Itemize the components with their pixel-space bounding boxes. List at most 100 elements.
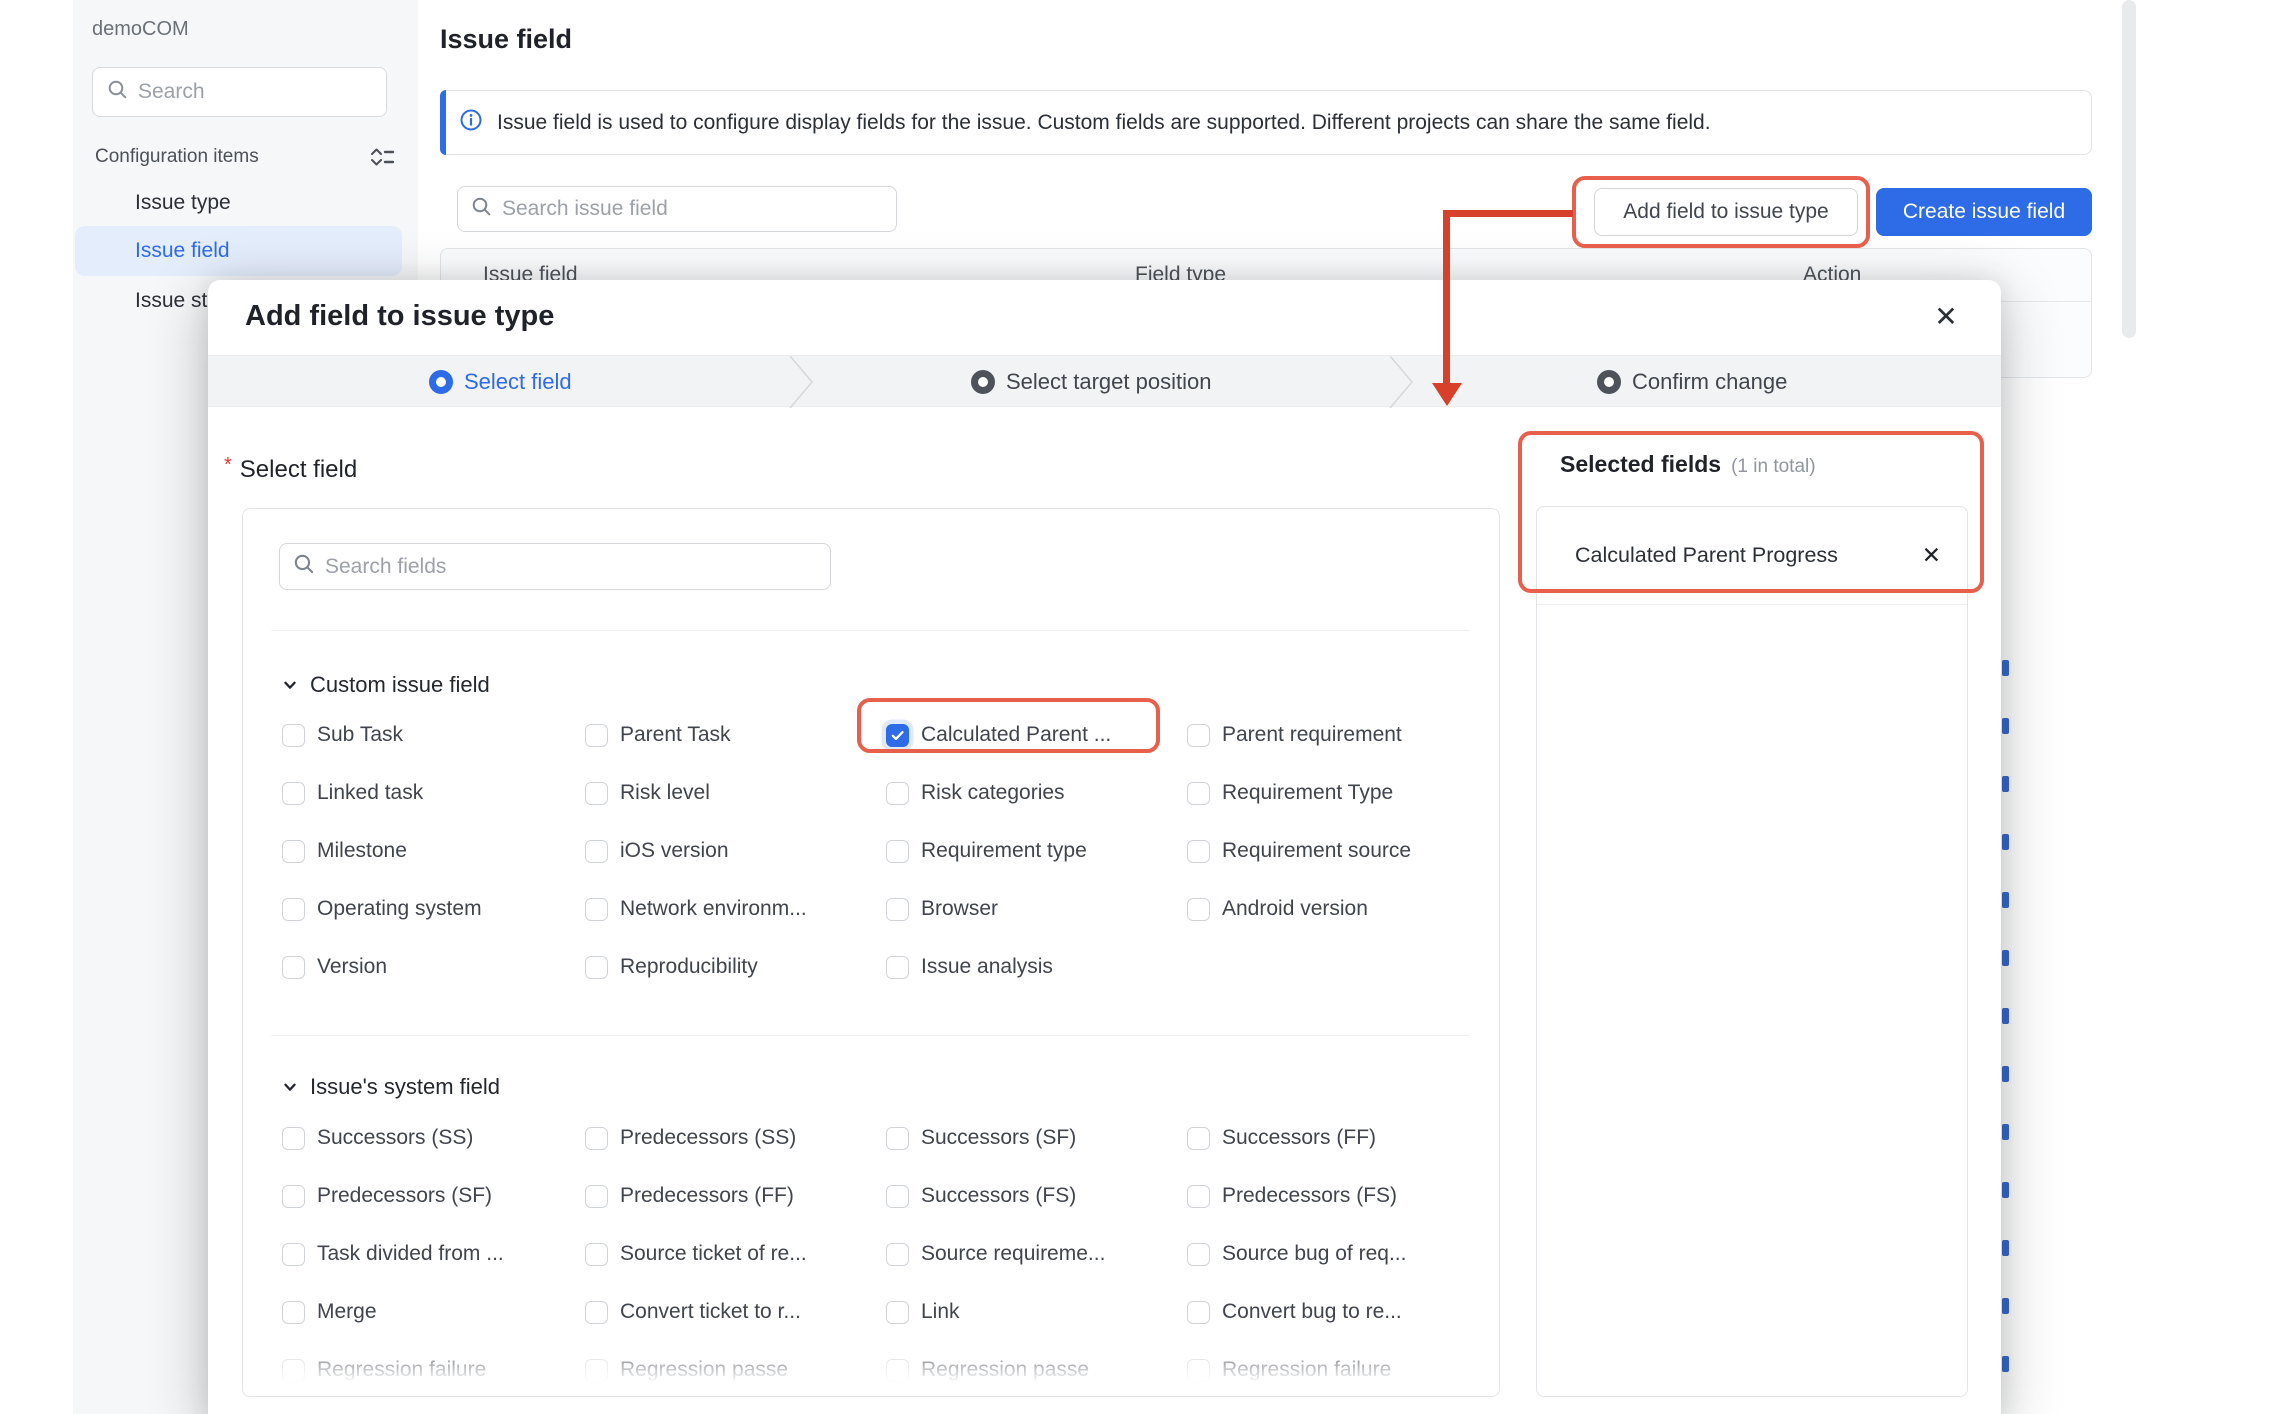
step-select-field[interactable]: Select field: [429, 356, 572, 408]
checkbox-icon[interactable]: [282, 1242, 305, 1266]
field-checkbox-option[interactable]: Convert bug to re...: [1187, 1300, 1472, 1324]
checkbox-icon[interactable]: [1187, 1300, 1210, 1324]
field-checkbox-option[interactable]: Calculated Parent ...: [886, 723, 1187, 747]
close-icon[interactable]: ✕: [1924, 296, 1968, 336]
checkbox-icon[interactable]: [1187, 1184, 1210, 1208]
checkbox-icon[interactable]: [886, 781, 909, 805]
field-checkbox-label: Successors (SS): [317, 1126, 474, 1149]
chevron-down-icon: [284, 1083, 296, 1091]
checkbox-icon[interactable]: [585, 1300, 608, 1324]
group-header-custom-issue-field[interactable]: Custom issue field: [282, 669, 490, 701]
field-checkbox-label: Convert ticket to r...: [620, 1300, 801, 1323]
field-checkbox-option[interactable]: Predecessors (FS): [1187, 1184, 1472, 1208]
sidebar-item-issue-field[interactable]: Issue field: [75, 226, 402, 276]
field-checkbox-option[interactable]: Successors (FF): [1187, 1126, 1472, 1150]
checkbox-icon[interactable]: [886, 1300, 909, 1324]
checkbox-icon[interactable]: [886, 723, 909, 747]
field-checkbox-label: Sub Task: [317, 723, 403, 746]
checkbox-icon[interactable]: [282, 897, 305, 921]
checkbox-icon[interactable]: [886, 955, 909, 979]
checkbox-icon[interactable]: [886, 1126, 909, 1150]
checkbox-icon[interactable]: [886, 839, 909, 863]
field-checkbox-option[interactable]: Operating system: [282, 897, 585, 921]
step-label: Select target position: [1006, 369, 1212, 394]
sidebar-item-issue-status[interactable]: Issue st: [135, 287, 207, 315]
field-checkbox-option[interactable]: Predecessors (SS): [585, 1126, 886, 1150]
field-checkbox-option[interactable]: Android version: [1187, 897, 1472, 921]
sidebar-search-input[interactable]: Search: [92, 67, 387, 117]
checkbox-icon[interactable]: [1187, 1242, 1210, 1266]
step-confirm-change[interactable]: Confirm change: [1597, 356, 1787, 408]
collapse-list-icon[interactable]: [368, 146, 395, 168]
field-checkbox-option[interactable]: Risk categories: [886, 781, 1187, 805]
field-checkbox-option[interactable]: Predecessors (SF): [282, 1184, 585, 1208]
field-checkbox-option[interactable]: Link: [886, 1300, 1187, 1324]
field-checkbox-option[interactable]: Requirement type: [886, 839, 1187, 863]
field-checkbox-option[interactable]: Requirement source: [1187, 839, 1472, 863]
checkbox-icon[interactable]: [282, 1184, 305, 1208]
field-checkbox-option[interactable]: Issue analysis: [886, 955, 1187, 979]
background-link-peek: [2002, 776, 2009, 792]
field-checkbox-option[interactable]: Browser: [886, 897, 1187, 921]
field-checkbox-option[interactable]: Risk level: [585, 781, 886, 805]
add-field-to-issue-type-button[interactable]: Add field to issue type: [1594, 188, 1858, 236]
field-checkbox-option[interactable]: Parent requirement: [1187, 723, 1472, 747]
field-checkbox-option[interactable]: Predecessors (FF): [585, 1184, 886, 1208]
checkbox-icon[interactable]: [585, 1242, 608, 1266]
field-checkbox-option[interactable]: Successors (SS): [282, 1126, 585, 1150]
selected-fields-count: (1 in total): [1731, 456, 1816, 477]
field-checkbox-option[interactable]: Task divided from ...: [282, 1242, 585, 1266]
field-checkbox-option[interactable]: Source bug of req...: [1187, 1242, 1472, 1266]
checkbox-icon[interactable]: [1187, 723, 1210, 747]
checkbox-icon[interactable]: [282, 839, 305, 863]
issue-field-search-input[interactable]: Search issue field: [457, 186, 897, 232]
checkbox-icon[interactable]: [886, 1242, 909, 1266]
field-checkbox-option[interactable]: Parent Task: [585, 723, 886, 747]
field-checkbox-option[interactable]: Successors (SF): [886, 1126, 1187, 1150]
field-checkbox-option[interactable]: Convert ticket to r...: [585, 1300, 886, 1324]
field-checkbox-option[interactable]: Source requireme...: [886, 1242, 1187, 1266]
checkbox-icon[interactable]: [585, 897, 608, 921]
checkbox-icon[interactable]: [585, 1184, 608, 1208]
search-icon: [293, 553, 315, 580]
field-checkbox-label: Network environm...: [620, 897, 807, 920]
checkbox-icon[interactable]: [1187, 839, 1210, 863]
checkbox-icon[interactable]: [1187, 897, 1210, 921]
checkbox-icon[interactable]: [585, 781, 608, 805]
checkbox-icon[interactable]: [585, 1126, 608, 1150]
checkbox-icon[interactable]: [1187, 1126, 1210, 1150]
field-checkbox-label: Reproducibility: [620, 955, 758, 978]
step-select-target-position[interactable]: Select target position: [971, 356, 1211, 408]
sidebar-item-issue-type[interactable]: Issue type: [135, 189, 231, 217]
remove-selected-field-icon[interactable]: ✕: [1922, 542, 1941, 569]
field-checkbox-option[interactable]: Milestone: [282, 839, 585, 863]
info-icon: [459, 108, 483, 137]
page-scrollbar[interactable]: [2122, 0, 2136, 338]
checkbox-icon[interactable]: [1187, 781, 1210, 805]
field-checkbox-option[interactable]: Successors (FS): [886, 1184, 1187, 1208]
checkbox-icon[interactable]: [282, 1300, 305, 1324]
checkbox-icon[interactable]: [585, 955, 608, 979]
checkbox-icon[interactable]: [585, 839, 608, 863]
checkbox-icon[interactable]: [282, 955, 305, 979]
checkbox-icon[interactable]: [585, 723, 608, 747]
checkbox-icon[interactable]: [886, 897, 909, 921]
checkbox-icon[interactable]: [282, 781, 305, 805]
field-checkbox-option[interactable]: Reproducibility: [585, 955, 886, 979]
field-checkbox-option[interactable]: Network environm...: [585, 897, 886, 921]
field-checkbox-option[interactable]: Version: [282, 955, 585, 979]
field-checkbox-option[interactable]: Linked task: [282, 781, 585, 805]
field-checkbox-option[interactable]: Requirement Type: [1187, 781, 1472, 805]
field-checkbox-label: Operating system: [317, 897, 482, 920]
create-issue-field-button[interactable]: Create issue field: [1876, 188, 2092, 236]
field-checkbox-option[interactable]: Sub Task: [282, 723, 585, 747]
checkbox-icon[interactable]: [282, 1126, 305, 1150]
field-checkbox-option[interactable]: Source ticket of re...: [585, 1242, 886, 1266]
background-link-peek: [2002, 1298, 2009, 1314]
checkbox-icon[interactable]: [886, 1184, 909, 1208]
field-checkbox-option[interactable]: iOS version: [585, 839, 886, 863]
group-header-issue-system-field[interactable]: Issue's system field: [282, 1071, 500, 1103]
field-checkbox-option[interactable]: Merge: [282, 1300, 585, 1324]
fields-search-input[interactable]: Search fields: [279, 543, 831, 590]
checkbox-icon[interactable]: [282, 723, 305, 747]
